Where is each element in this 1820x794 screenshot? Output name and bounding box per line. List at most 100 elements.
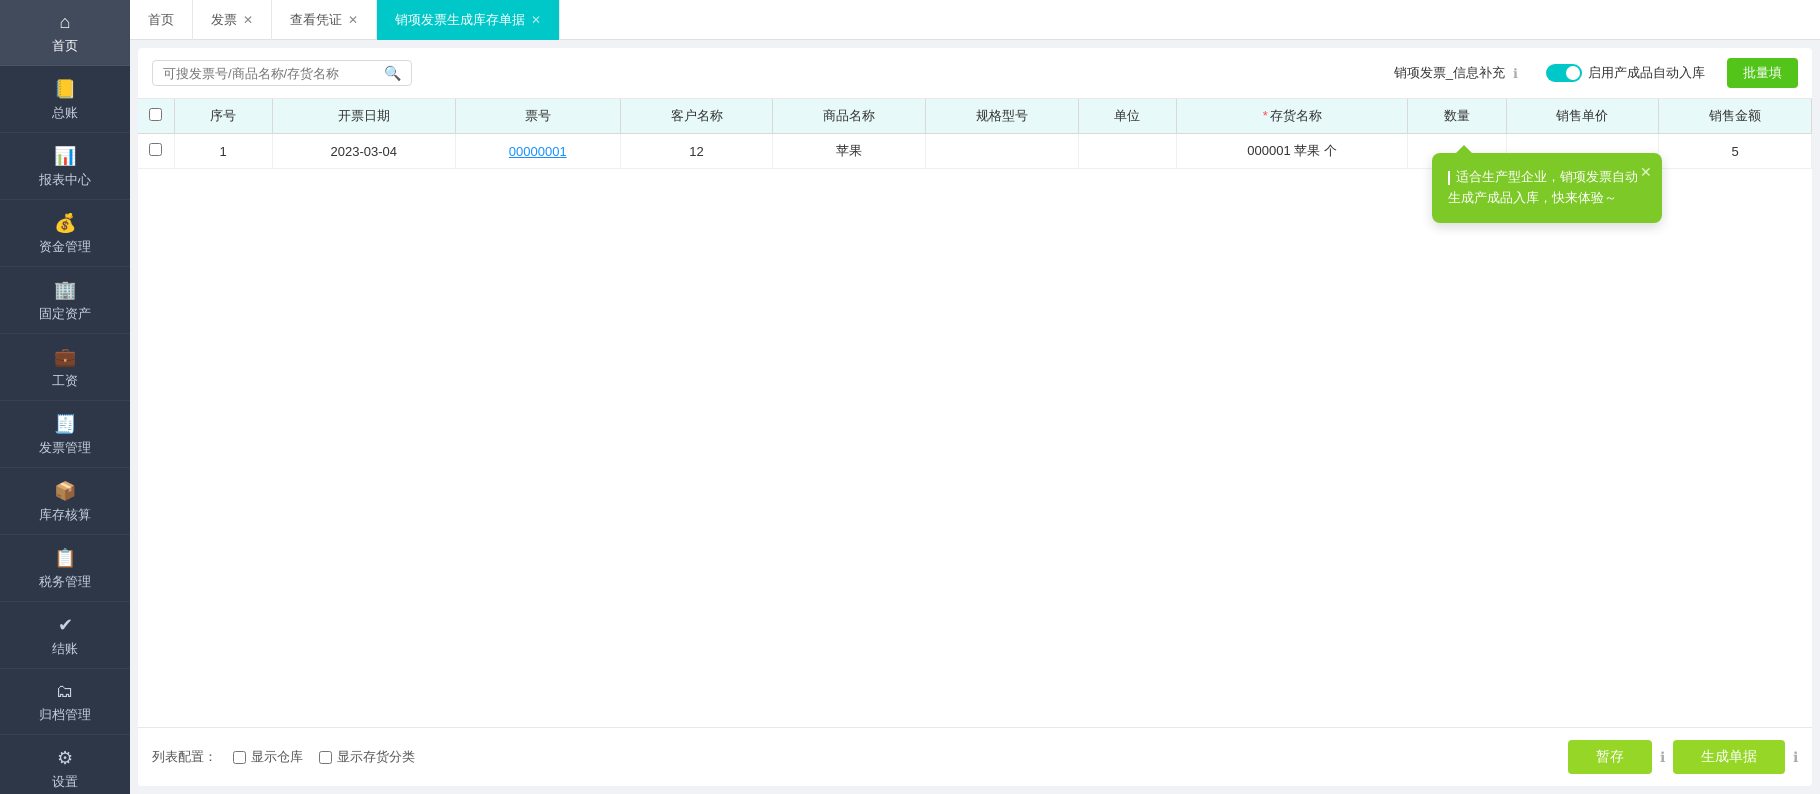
home-icon: ⌂	[60, 12, 71, 33]
footer-config: 列表配置： 显示仓库 显示存货分类	[152, 748, 415, 766]
toggle-wrapper: 启用产成品自动入库	[1546, 64, 1705, 82]
reports-icon: 📊	[54, 145, 76, 167]
col-seq: 序号	[174, 99, 272, 134]
tab-invoice-close[interactable]: ✕	[243, 13, 253, 27]
col-product: 商品名称	[773, 99, 926, 134]
sidebar-item-label: 库存核算	[39, 506, 91, 524]
row-spec	[926, 134, 1079, 169]
tab-invoice-label: 发票	[211, 11, 237, 29]
sidebar-item-funds[interactable]: 💰 资金管理	[0, 200, 130, 267]
sidebar-item-label: 设置	[52, 773, 78, 791]
row-seq: 1	[174, 134, 272, 169]
save-button[interactable]: 暂存	[1568, 740, 1652, 774]
row-number[interactable]: 00000001	[455, 134, 620, 169]
col-customer: 客户名称	[620, 99, 773, 134]
tab-voucher[interactable]: 查看凭证 ✕	[272, 0, 377, 40]
tab-home-label: 首页	[148, 11, 174, 29]
funds-icon: 💰	[54, 212, 76, 234]
show-warehouse-checkbox[interactable]	[233, 751, 246, 764]
tooltip-popup: ✕ 适合生产型企业，销项发票自动生成产成品入库，快来体验～	[1432, 153, 1662, 223]
info-icon[interactable]: ℹ	[1513, 66, 1518, 81]
sidebar-item-payroll[interactable]: 💼 工资	[0, 334, 130, 401]
row-customer: 12	[620, 134, 773, 169]
generate-button[interactable]: 生成单据	[1673, 740, 1785, 774]
footer-buttons: 暂存 ℹ 生成单据 ℹ	[1568, 740, 1798, 774]
ledger-icon: 📒	[54, 78, 76, 100]
col-unit: 单位	[1078, 99, 1176, 134]
toolbar-info: 销项发票_信息补充 ℹ 启用产成品自动入库 批量填	[1394, 58, 1798, 88]
col-inventory: *存货名称	[1177, 99, 1408, 134]
sidebar-item-label: 报表中心	[39, 171, 91, 189]
row-inventory[interactable]: 000001 苹果 个	[1177, 134, 1408, 169]
archive-icon: 🗂	[56, 681, 74, 702]
col-price: 销售单价	[1506, 99, 1659, 134]
row-date: 2023-03-04	[272, 134, 455, 169]
show-warehouse-text: 显示仓库	[251, 748, 303, 766]
sidebar-item-closing[interactable]: ✔ 结账	[0, 602, 130, 669]
tab-home[interactable]: 首页	[130, 0, 193, 40]
show-category-checkbox[interactable]	[319, 751, 332, 764]
sidebar-item-tax[interactable]: 📋 税务管理	[0, 535, 130, 602]
sidebar-item-reports[interactable]: 📊 报表中心	[0, 133, 130, 200]
toolbar: 🔍 销项发票_信息补充 ℹ 启用产成品自动入库 批量填	[138, 48, 1812, 99]
tab-voucher-close[interactable]: ✕	[348, 13, 358, 27]
ticket-number-link[interactable]: 00000001	[509, 144, 567, 159]
invoices-icon: 🧾	[54, 413, 76, 435]
col-checkbox	[138, 99, 174, 134]
search-box[interactable]: 🔍	[152, 60, 412, 86]
sidebar-item-inventory[interactable]: 📦 库存核算	[0, 468, 130, 535]
tab-sale[interactable]: 销项发票生成库存单据 ✕	[377, 0, 560, 40]
tab-voucher-label: 查看凭证	[290, 11, 342, 29]
show-category-label[interactable]: 显示存货分类	[319, 748, 415, 766]
sidebar-item-archive[interactable]: 🗂 归档管理	[0, 669, 130, 735]
payroll-icon: 💼	[54, 346, 76, 368]
config-label: 列表配置：	[152, 748, 217, 766]
sidebar-item-settings[interactable]: ⚙ 设置	[0, 735, 130, 794]
tooltip-close[interactable]: ✕	[1640, 161, 1652, 183]
select-all-checkbox[interactable]	[149, 108, 162, 121]
show-category-text: 显示存货分类	[337, 748, 415, 766]
tax-icon: 📋	[54, 547, 76, 569]
sidebar-item-assets[interactable]: 🏢 固定资产	[0, 267, 130, 334]
save-help-icon[interactable]: ℹ	[1660, 749, 1665, 765]
sidebar-item-label: 首页	[52, 37, 78, 55]
sidebar-item-label: 发票管理	[39, 439, 91, 457]
sidebar-item-label: 归档管理	[39, 706, 91, 724]
sidebar-item-label: 工资	[52, 372, 78, 390]
tab-invoice[interactable]: 发票 ✕	[193, 0, 272, 40]
sidebar-item-invoices[interactable]: 🧾 发票管理	[0, 401, 130, 468]
col-amount: 销售金额	[1659, 99, 1812, 134]
row-checkbox-cell	[138, 134, 174, 169]
search-input[interactable]	[163, 66, 384, 81]
col-date: 开票日期	[272, 99, 455, 134]
row-checkbox[interactable]	[149, 143, 162, 156]
tab-sale-label: 销项发票生成库存单据	[395, 11, 525, 29]
search-icon[interactable]: 🔍	[384, 65, 401, 81]
col-number: 票号	[455, 99, 620, 134]
sidebar-item-home[interactable]: ⌂ 首页	[0, 0, 130, 66]
tab-bar: 首页 发票 ✕ 查看凭证 ✕ 销项发票生成库存单据 ✕	[130, 0, 1820, 40]
row-amount: 5	[1659, 134, 1812, 169]
sidebar-item-label: 结账	[52, 640, 78, 658]
sidebar-item-ledger[interactable]: 📒 总账	[0, 66, 130, 133]
row-product: 苹果	[773, 134, 926, 169]
row-unit	[1078, 134, 1176, 169]
generate-help-icon[interactable]: ℹ	[1793, 749, 1798, 765]
assets-icon: 🏢	[54, 279, 76, 301]
show-warehouse-label[interactable]: 显示仓库	[233, 748, 303, 766]
tab-sale-close[interactable]: ✕	[531, 13, 541, 27]
tooltip-text: 适合生产型企业，销项发票自动生成产成品入库，快来体验～	[1448, 169, 1638, 205]
sidebar-item-label: 资金管理	[39, 238, 91, 256]
tooltip-cursor-icon	[1448, 171, 1450, 185]
inventory-icon: 📦	[54, 480, 76, 502]
footer: 列表配置： 显示仓库 显示存货分类 暂存 ℹ 生成单据 ℹ	[138, 727, 1812, 786]
toggle-label: 启用产成品自动入库	[1588, 64, 1705, 82]
sidebar: ⌂ 首页 📒 总账 📊 报表中心 💰 资金管理 🏢 固定资产 💼 工资 🧾 发票…	[0, 0, 130, 794]
auto-storage-toggle[interactable]	[1546, 64, 1582, 82]
batch-fill-button[interactable]: 批量填	[1727, 58, 1798, 88]
col-spec: 规格型号	[926, 99, 1079, 134]
content-area: 🔍 销项发票_信息补充 ℹ 启用产成品自动入库 批量填	[138, 48, 1812, 786]
info-label: 销项发票_信息补充	[1394, 64, 1505, 82]
closing-icon: ✔	[58, 614, 73, 636]
col-quantity: 数量	[1408, 99, 1506, 134]
